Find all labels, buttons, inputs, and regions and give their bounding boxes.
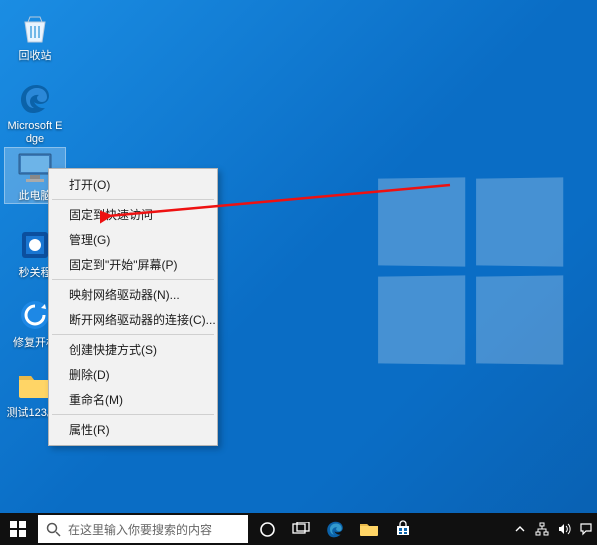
system-tray (509, 513, 597, 545)
tray-network-icon[interactable] (531, 513, 553, 545)
context-menu-item-map-drive[interactable]: 映射网络驱动器(N)... (51, 282, 215, 307)
taskbar-file-explorer[interactable] (352, 513, 386, 545)
context-menu-item-open[interactable]: 打开(O) (51, 172, 215, 197)
context-menu: 打开(O) 固定到快速访问 管理(G) 固定到"开始"屏幕(P) 映射网络驱动器… (48, 168, 218, 446)
edge-icon (15, 78, 55, 118)
context-menu-item-properties[interactable]: 属性(R) (51, 417, 215, 442)
context-menu-item-pin-quick[interactable]: 固定到快速访问 (51, 202, 215, 227)
desktop-icon-label: Microsoft Edge (5, 120, 65, 146)
context-menu-item-rename[interactable]: 重命名(M) (51, 387, 215, 412)
taskbar: 在这里输入你要搜索的内容 (0, 513, 597, 545)
desktop-icon-recycle-bin[interactable]: 回收站 (5, 8, 65, 63)
desktop-icon-label: 回收站 (5, 50, 65, 63)
context-menu-item-manage[interactable]: 管理(G) (51, 227, 215, 252)
taskbar-search[interactable]: 在这里输入你要搜索的内容 (38, 515, 248, 543)
context-menu-separator (52, 199, 214, 200)
taskbar-store[interactable] (386, 513, 420, 545)
recycle-bin-icon (15, 8, 55, 48)
tray-chevron-up-icon[interactable] (509, 513, 531, 545)
search-placeholder: 在这里输入你要搜索的内容 (68, 521, 212, 538)
context-menu-item-disconnect-drive[interactable]: 断开网络驱动器的连接(C)... (51, 307, 215, 332)
context-menu-separator (52, 334, 214, 335)
taskbar-edge[interactable] (318, 513, 352, 545)
taskbar-task-view[interactable] (284, 513, 318, 545)
context-menu-item-pin-start[interactable]: 固定到"开始"屏幕(P) (51, 252, 215, 277)
context-menu-item-shortcut[interactable]: 创建快捷方式(S) (51, 337, 215, 362)
tray-notifications-icon[interactable] (575, 513, 597, 545)
tray-volume-icon[interactable] (553, 513, 575, 545)
taskbar-cortana[interactable] (250, 513, 284, 545)
desktop-icon-edge[interactable]: Microsoft Edge (5, 78, 65, 146)
context-menu-separator (52, 279, 214, 280)
context-menu-item-delete[interactable]: 删除(D) (51, 362, 215, 387)
start-button[interactable] (0, 513, 36, 545)
desktop[interactable]: 回收站 Microsoft Edge 此电脑 秒关程 修复开机 测试123。。 … (0, 0, 597, 545)
context-menu-separator (52, 414, 214, 415)
search-icon (38, 522, 68, 537)
windows-logo-wallpaper (377, 178, 567, 368)
